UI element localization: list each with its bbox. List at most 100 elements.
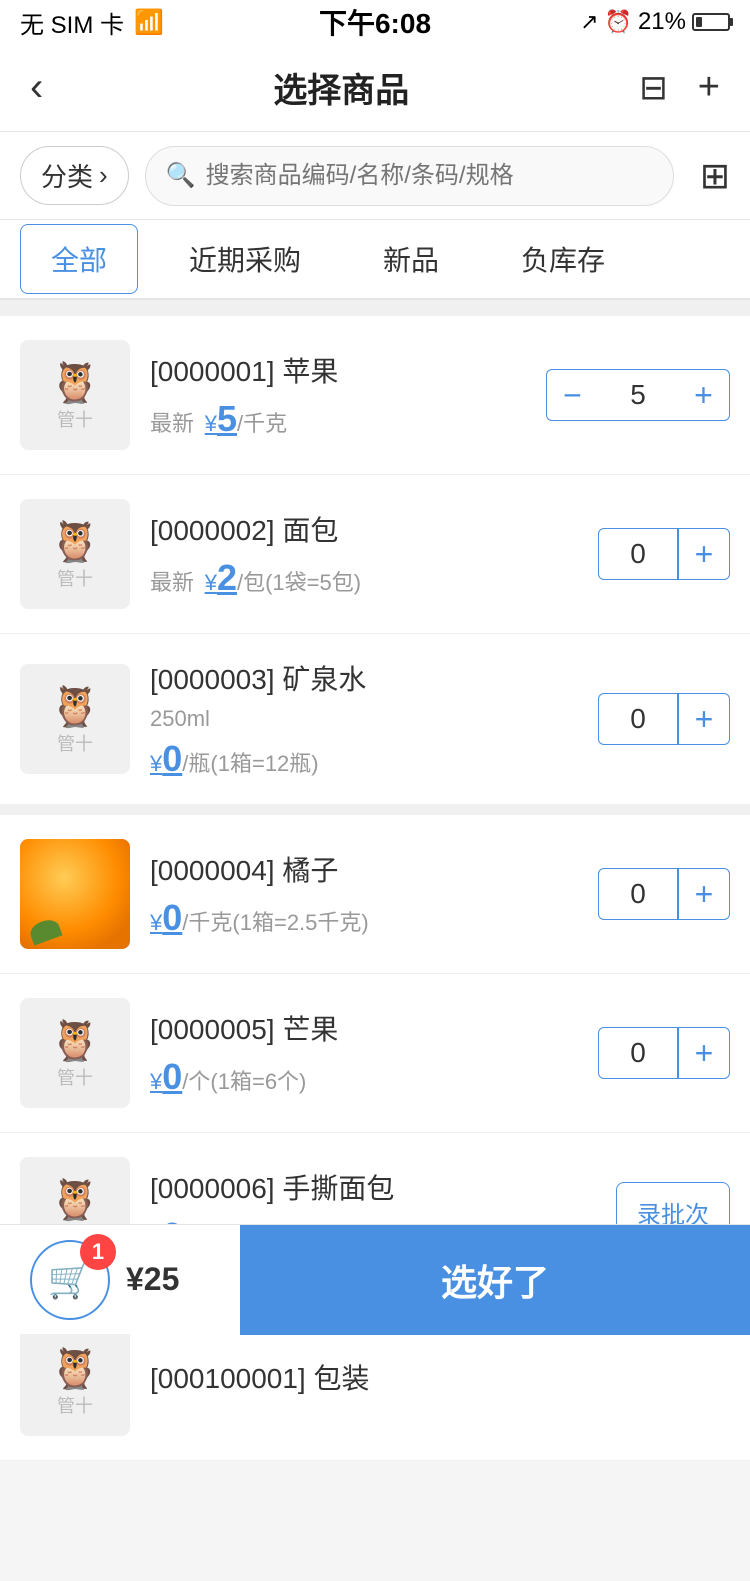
owl-logo: 🦉 管十 [50,518,100,591]
owl-icon: 🦉 [50,1017,100,1064]
product-name-pullbread: [0000006] 手撕面包 [150,1167,600,1207]
price-info: (1箱=2.5千克) [232,910,368,935]
status-bar: 无 SIM 卡 📶 下午6:08 ↗ ⏰ 21% [0,0,750,44]
confirm-button[interactable]: 选好了 [240,1225,750,1335]
page-title: 选择商品 [273,63,409,112]
product-name-apple: [0000001] 苹果 [150,350,530,390]
bottom-padding [0,1461,750,1581]
battery-icon [692,13,730,31]
owl-logo: 🦉 管十 [50,359,100,432]
search-input[interactable] [206,162,653,190]
price-prefix: ¥ [150,910,162,935]
quantity-input-bread[interactable] [598,528,678,580]
tab-new[interactable]: 新品 [352,224,470,294]
cart-section: 🛒 1 ¥25 [0,1240,240,1320]
increment-button-mango[interactable]: + [678,1027,730,1079]
product-image-water: 🦉 管十 [20,664,130,774]
product-item: 🦉 管十 [0000003] 矿泉水 250ml ¥0/瓶(1箱=12瓶) + [0,634,750,805]
product-item: 🦉 管十 [0000002] 面包 最新 ¥2/包(1袋=5包) + [0,475,750,634]
price-unit: /个 [182,1069,210,1094]
owl-icon: 🦉 [50,1176,100,1223]
price-num: 0 [162,738,182,779]
increment-button-water[interactable]: + [678,693,730,745]
product-image-orange [20,839,130,949]
tab-all[interactable]: 全部 [20,224,138,294]
search-box: 🔍 [145,146,674,206]
product-info-water: [0000003] 矿泉水 250ml ¥0/瓶(1箱=12瓶) [150,658,582,780]
product-spec-water: 250ml [150,706,582,732]
price-prefix: ¥ [205,570,217,595]
product-info-bread: [0000002] 面包 最新 ¥2/包(1袋=5包) [150,509,582,599]
increment-button-orange[interactable]: + [678,868,730,920]
price-prefix: ¥ [150,751,162,776]
tab-recent[interactable]: 近期采购 [158,224,332,294]
increment-button-apple[interactable]: + [678,369,730,421]
category-label: 分类 [41,157,93,194]
product-image-bread: 🦉 管十 [20,499,130,609]
product-item: [0000004] 橘子 ¥0/千克(1箱=2.5千克) + [0,805,750,974]
price-prefix: ¥ [205,411,217,436]
cart-badge: 1 [80,1234,116,1270]
owl-text: 管十 [57,1392,93,1418]
battery-fill [696,17,702,27]
product-price-mango: ¥0/个(1箱=6个) [150,1056,582,1098]
scan-icon[interactable]: ⊞ [700,155,730,197]
quantity-input-mango[interactable] [598,1027,678,1079]
owl-icon: 🦉 [50,1345,100,1392]
quantity-input-orange[interactable] [598,868,678,920]
product-name-mango: [0000005] 芒果 [150,1008,582,1048]
owl-logo: 🦉 管十 [50,1017,100,1090]
battery-label: 21% [638,8,686,36]
nav-right-actions: ⊟ + [639,66,720,109]
carrier-label: 无 SIM 卡 [20,5,124,40]
bottom-bar: 🛒 1 ¥25 选好了 [0,1224,750,1334]
tab-negative-stock[interactable]: 负库存 [490,224,636,294]
price-unit: /千克 [237,411,287,436]
price-num: 0 [162,1056,182,1097]
quantity-control-water: + [598,693,730,745]
owl-icon: 🦉 [50,683,100,730]
product-price-bread: 最新 ¥2/包(1袋=5包) [150,557,582,599]
product-name-orange: [0000004] 橘子 [150,849,582,889]
owl-icon: 🦉 [50,359,100,406]
add-icon[interactable]: + [698,66,720,109]
category-button[interactable]: 分类 › [20,146,129,205]
status-time: 下午6:08 [319,2,431,42]
alarm-icon: ⏰ [605,9,632,35]
tabs-bar: 全部 近期采购 新品 负库存 [0,220,750,300]
product-price-apple: 最新 ¥5/千克 [150,398,530,440]
product-info-package: [000100001] 包装 [150,1357,730,1405]
price-num: 2 [217,557,237,598]
status-right: ↗ ⏰ 21% [580,8,730,36]
cart-amount: ¥25 [126,1261,179,1298]
product-price-water: ¥0/瓶(1箱=12瓶) [150,738,582,780]
price-unit: /千克 [182,910,232,935]
price-unit: /瓶 [182,751,210,776]
decrement-button-apple[interactable]: − [546,369,598,421]
price-info: (1袋=5包) [265,570,361,595]
quantity-input-apple[interactable] [598,369,678,421]
product-info-apple: [0000001] 苹果 最新 ¥5/千克 [150,350,530,440]
price-unit: /包 [237,570,265,595]
filter-icon[interactable]: ⊟ [639,68,668,108]
price-info: (1箱=12瓶) [210,751,318,776]
product-info-mango: [0000005] 芒果 ¥0/个(1箱=6个) [150,1008,582,1098]
status-left: 无 SIM 卡 📶 [20,5,164,40]
wifi-icon: 📶 [134,8,164,37]
product-image-mango: 🦉 管十 [20,998,130,1108]
price-num: 0 [162,897,182,938]
price-info: (1箱=6个) [210,1069,306,1094]
back-button[interactable]: ‹ [30,65,43,110]
gps-icon: ↗ [580,9,598,35]
owl-text: 管十 [57,1064,93,1090]
quantity-input-water[interactable] [598,693,678,745]
product-image-apple: 🦉 管十 [20,340,130,450]
product-info-orange: [0000004] 橘子 ¥0/千克(1箱=2.5千克) [150,849,582,939]
filter-bar: 分类 › 🔍 ⊞ [0,132,750,220]
owl-text: 管十 [57,565,93,591]
cart-button-wrap[interactable]: 🛒 1 [30,1240,110,1320]
increment-button-bread[interactable]: + [678,528,730,580]
product-item: 🦉 管十 [0000001] 苹果 最新 ¥5/千克 − + [0,316,750,475]
price-prefix: ¥ [150,1069,162,1094]
search-icon: 🔍 [166,161,196,190]
